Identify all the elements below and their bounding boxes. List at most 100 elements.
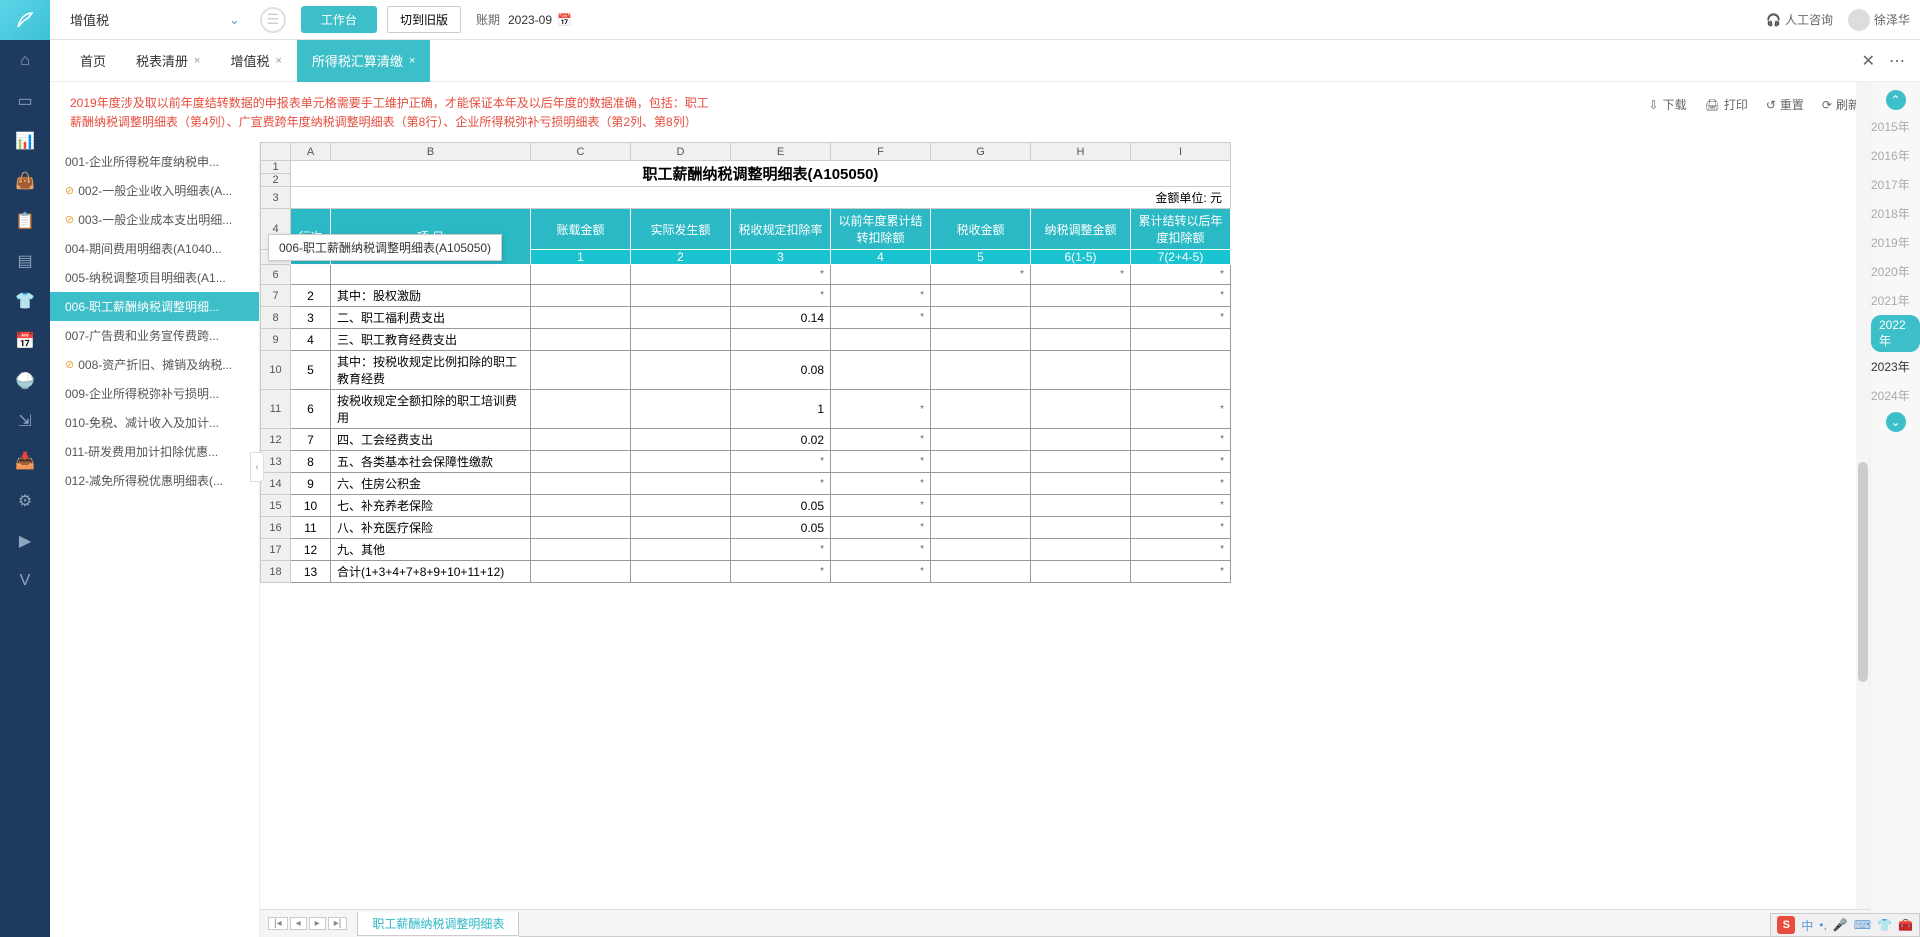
cell[interactable]: *: [731, 561, 831, 583]
cell[interactable]: [931, 307, 1031, 329]
tab-首页[interactable]: 首页: [65, 40, 121, 82]
gear-icon[interactable]: ⚙: [14, 490, 36, 512]
year-2019年[interactable]: 2019年: [1871, 228, 1920, 257]
cell[interactable]: *: [731, 265, 831, 285]
cell[interactable]: *: [1031, 265, 1131, 285]
cell[interactable]: [631, 429, 731, 451]
cell[interactable]: [531, 451, 631, 473]
cell[interactable]: 0.05: [731, 517, 831, 539]
v-icon[interactable]: V: [14, 570, 36, 592]
cell[interactable]: *: [731, 539, 831, 561]
cell[interactable]: [1031, 285, 1131, 307]
close-all-tabs[interactable]: ✕: [1852, 51, 1885, 71]
tree-item[interactable]: 004-期间费用明细表(A1040...: [50, 234, 259, 263]
year-2017年[interactable]: 2017年: [1871, 170, 1920, 199]
cell[interactable]: [1031, 429, 1131, 451]
print-button[interactable]: 🖨打印: [1705, 96, 1748, 113]
close-icon[interactable]: ×: [194, 55, 200, 67]
video-icon[interactable]: ▶: [14, 530, 36, 552]
cell[interactable]: [931, 351, 1031, 390]
tree-item[interactable]: 005-纳税调整项目明细表(A1...: [50, 263, 259, 292]
cell[interactable]: [931, 517, 1031, 539]
cell[interactable]: *: [831, 561, 931, 583]
inbox-icon[interactable]: 📥: [14, 450, 36, 472]
period-picker[interactable]: 2023-09 📅: [508, 13, 572, 27]
cell[interactable]: *: [831, 495, 931, 517]
switch-oldver-button[interactable]: 切到旧版: [387, 6, 461, 33]
cell[interactable]: [1031, 307, 1131, 329]
year-2015年[interactable]: 2015年: [1871, 112, 1920, 141]
calc-icon[interactable]: ▤: [14, 250, 36, 272]
tree-collapse-handle[interactable]: ‹: [250, 452, 264, 482]
cell[interactable]: [931, 390, 1031, 429]
cell[interactable]: [1031, 351, 1131, 390]
tax-type-dropdown[interactable]: 增值税 ⌄: [70, 10, 240, 29]
cell[interactable]: [831, 351, 931, 390]
user-menu[interactable]: 徐泽华: [1848, 9, 1910, 31]
cell[interactable]: *: [831, 285, 931, 307]
wallet-icon[interactable]: ▭: [14, 90, 36, 112]
home-icon[interactable]: ⌂: [14, 50, 36, 72]
cell[interactable]: [531, 351, 631, 390]
cell[interactable]: [931, 329, 1031, 351]
cell[interactable]: [931, 495, 1031, 517]
bag-icon[interactable]: 👜: [14, 170, 36, 192]
cell[interactable]: [531, 473, 631, 495]
tree-item[interactable]: 001-企业所得税年度纳税申...: [50, 147, 259, 176]
cell[interactable]: *: [1131, 539, 1231, 561]
cell[interactable]: 0.05: [731, 495, 831, 517]
cell[interactable]: [1031, 390, 1131, 429]
cell[interactable]: [631, 265, 731, 285]
reset-button[interactable]: ↺重置: [1766, 96, 1804, 113]
spreadsheet-scroll[interactable]: ABCDEFGHI1职工薪酬纳税调整明细表(A105050)23金额单位: 元4…: [260, 142, 1870, 937]
sheet-nav-prev[interactable]: ◂: [290, 917, 307, 930]
cell[interactable]: *: [831, 451, 931, 473]
cell[interactable]: [631, 390, 731, 429]
cell[interactable]: [1131, 351, 1231, 390]
cell[interactable]: *: [731, 285, 831, 307]
tab-所得税汇算清缴[interactable]: 所得税汇算清缴×: [297, 40, 430, 82]
download-button[interactable]: ⇩下载: [1649, 96, 1687, 113]
cell[interactable]: [631, 351, 731, 390]
cell[interactable]: [1031, 517, 1131, 539]
cell[interactable]: [1031, 495, 1131, 517]
cell[interactable]: [931, 429, 1031, 451]
cell[interactable]: *: [1131, 265, 1231, 285]
cell[interactable]: [531, 561, 631, 583]
tree-item[interactable]: ⊘008-资产折旧、摊销及纳税...: [50, 350, 259, 379]
cell[interactable]: *: [831, 390, 931, 429]
tree-item[interactable]: 011-研发费用加计扣除优惠...: [50, 437, 259, 466]
cell[interactable]: *: [1131, 285, 1231, 307]
cell[interactable]: [1031, 329, 1131, 351]
cell[interactable]: [1031, 561, 1131, 583]
tab-税表清册[interactable]: 税表清册×: [121, 40, 215, 82]
export-icon[interactable]: ⇲: [14, 410, 36, 432]
cell[interactable]: [831, 329, 931, 351]
cell[interactable]: [631, 451, 731, 473]
support-link[interactable]: 🎧 人工咨询: [1766, 11, 1833, 28]
year-scroll-up[interactable]: ⌃: [1886, 90, 1906, 110]
cell[interactable]: *: [1131, 495, 1231, 517]
calendar-rail-icon[interactable]: 📅: [14, 330, 36, 352]
ime-skin-icon[interactable]: 👕: [1877, 918, 1892, 932]
tabstrip-more[interactable]: ⋯: [1889, 51, 1905, 71]
sheet-nav-next[interactable]: ▸: [309, 917, 326, 930]
close-icon[interactable]: ×: [409, 55, 415, 67]
cell[interactable]: 0.08: [731, 351, 831, 390]
year-scroll-down[interactable]: ⌄: [1886, 412, 1906, 432]
cell[interactable]: *: [1131, 390, 1231, 429]
ime-lang[interactable]: 中: [1801, 917, 1813, 934]
year-2016年[interactable]: 2016年: [1871, 141, 1920, 170]
cell[interactable]: [931, 539, 1031, 561]
cell[interactable]: [631, 285, 731, 307]
year-2024年[interactable]: 2024年: [1871, 381, 1920, 410]
year-2021年[interactable]: 2021年: [1871, 286, 1920, 315]
cell[interactable]: [1131, 329, 1231, 351]
cell[interactable]: *: [1131, 429, 1231, 451]
cell[interactable]: *: [831, 539, 931, 561]
cell[interactable]: [531, 517, 631, 539]
cell[interactable]: [631, 517, 731, 539]
cell[interactable]: [1031, 451, 1131, 473]
cell[interactable]: *: [1131, 561, 1231, 583]
cell[interactable]: [931, 285, 1031, 307]
